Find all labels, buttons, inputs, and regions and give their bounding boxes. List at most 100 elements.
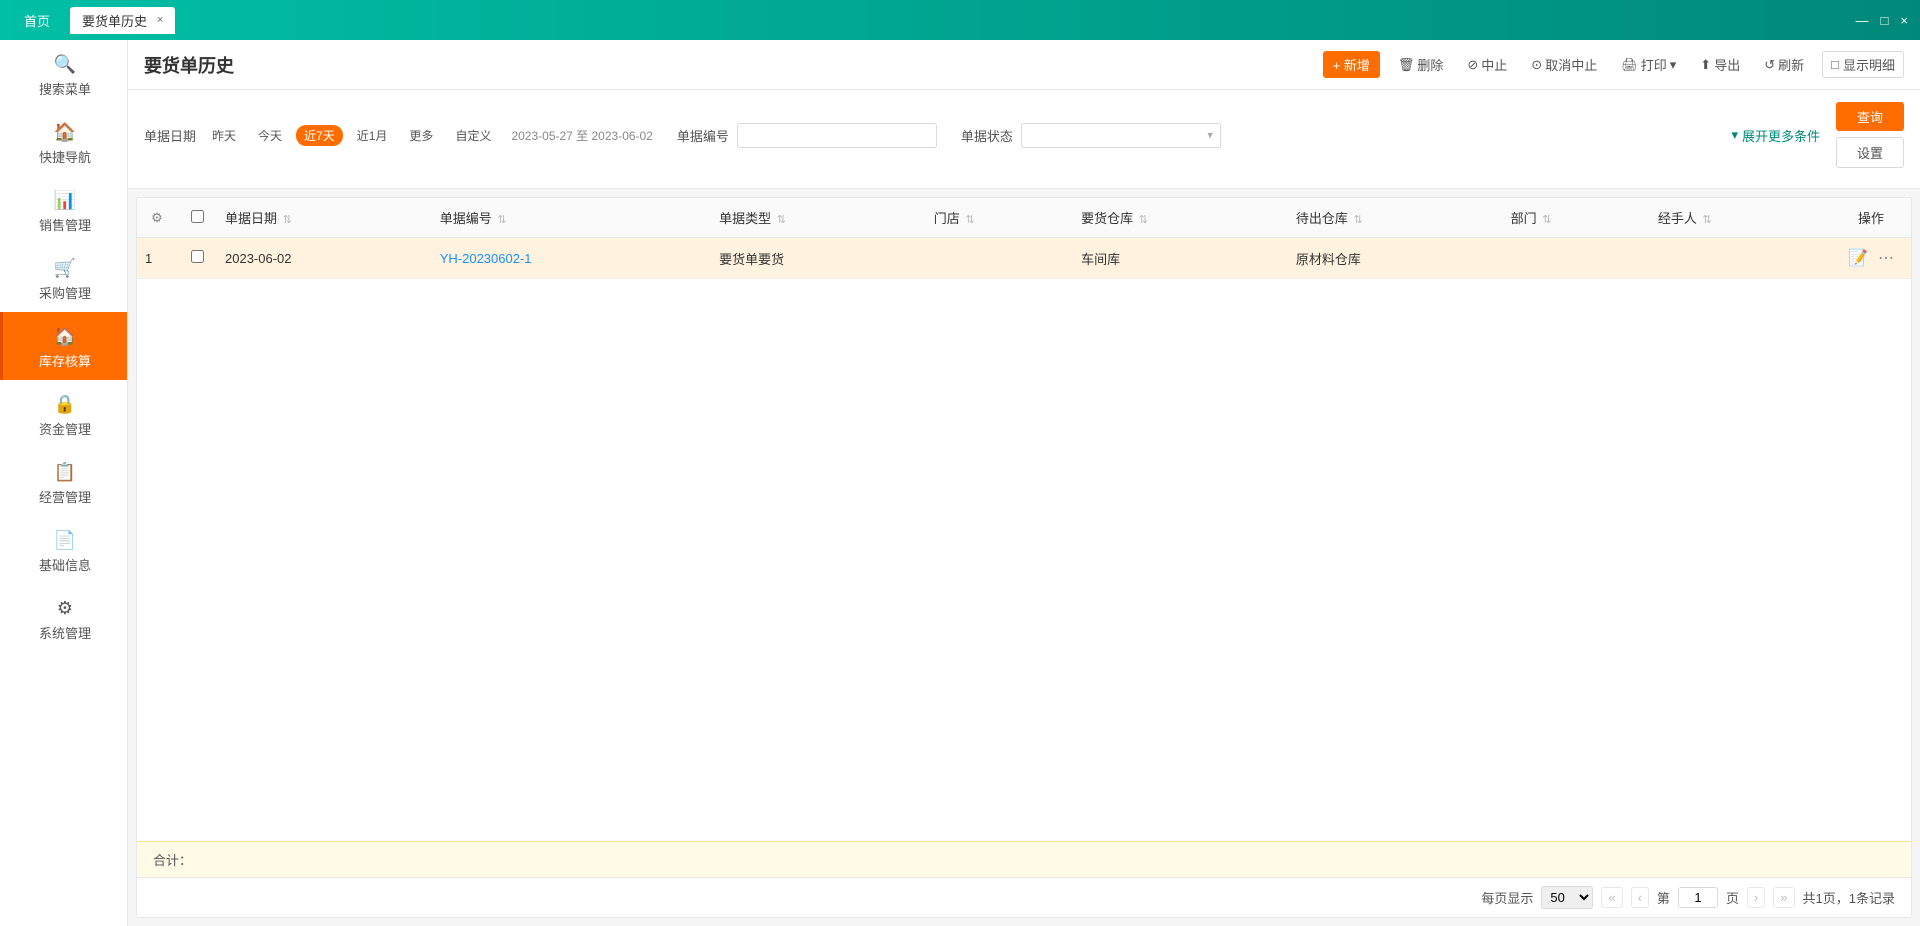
col-handler-sort-icon[interactable]: ⇅ — [1703, 214, 1712, 226]
row-checkbox[interactable] — [191, 250, 204, 263]
sidebar-item-search-menu[interactable]: 🔍 搜索菜单 — [0, 40, 127, 108]
page-title: 要货单历史 — [144, 52, 1323, 78]
date-tag-today[interactable]: 今天 — [250, 125, 290, 146]
first-page-btn[interactable]: « — [1601, 887, 1622, 908]
row-more-icon[interactable]: ⋯ — [1876, 246, 1896, 270]
date-tag-7days[interactable]: 近7天 — [296, 125, 343, 146]
export-button[interactable]: ⬆ 导出 — [1694, 52, 1746, 77]
page-label: 第 — [1657, 888, 1670, 907]
expand-more-btn[interactable]: ▾ 展开更多条件 — [1723, 124, 1828, 147]
sidebar-item-sales-label: 销售管理 — [39, 215, 91, 234]
date-tag-custom[interactable]: 自定义 — [447, 125, 499, 146]
next-page-btn[interactable]: › — [1747, 887, 1765, 908]
new-button-label: + 新增 — [1333, 55, 1370, 74]
col-bill-no: 单据编号 ⇅ — [432, 198, 711, 238]
page-input[interactable] — [1678, 887, 1718, 908]
sidebar-item-sales[interactable]: 📊 销售管理 — [0, 176, 127, 244]
cell-pending-warehouse: 原材料仓库 — [1288, 238, 1503, 279]
delete-button-label: 删除 — [1417, 55, 1443, 74]
date-tag-yesterday[interactable]: 昨天 — [204, 125, 244, 146]
per-page-label: 每页显示 — [1481, 888, 1533, 907]
table-body: 1 2023-06-02 YH-20230602-1 要货单要货 车间库 原材料… — [137, 238, 1911, 279]
cancel-stop-button[interactable]: ⊙ 取消中止 — [1525, 52, 1603, 77]
export-button-label: 导出 — [1714, 55, 1740, 74]
cancel-stop-button-label: 取消中止 — [1545, 55, 1597, 74]
col-bill-no-sort-icon[interactable]: ⇅ — [497, 214, 506, 226]
sidebar: 🔍 搜索菜单 🏠 快捷导航 📊 销售管理 🛒 采购管理 🏠 库存核算 🔒 资金管… — [0, 40, 128, 926]
table-settings-col[interactable]: ⚙ — [137, 198, 177, 238]
cell-no: 1 — [137, 238, 177, 279]
refresh-icon: ↺ — [1764, 57, 1775, 73]
close-icon[interactable]: × — [1900, 13, 1908, 28]
new-button[interactable]: + 新增 — [1323, 51, 1380, 78]
minimize-icon[interactable]: — — [1856, 13, 1869, 28]
date-filter-tags: 昨天 今天 近7天 近1月 更多 自定义 — [204, 125, 499, 146]
delete-button[interactable]: 🗑 删除 — [1392, 52, 1450, 77]
query-button[interactable]: 查询 — [1836, 102, 1904, 131]
prev-page-btn[interactable]: ‹ — [1631, 887, 1649, 908]
cell-req-warehouse: 车间库 — [1073, 238, 1288, 279]
per-page-select[interactable]: 50 10 20 100 — [1541, 886, 1593, 909]
page-suffix: 页 — [1726, 888, 1739, 907]
bill-no-filter: 单据编号 — [677, 123, 937, 148]
last-page-btn[interactable]: » — [1773, 887, 1794, 908]
col-actions-label: 操作 — [1858, 211, 1884, 226]
sidebar-item-quick-nav[interactable]: 🏠 快捷导航 — [0, 108, 127, 176]
row-actions: 📝 ⋯ — [1839, 246, 1903, 270]
bill-no-label: 单据编号 — [677, 126, 729, 145]
col-req-warehouse-sort-icon[interactable]: ⇅ — [1139, 214, 1148, 226]
tab-bill-history-label: 要货单历史 — [82, 11, 147, 30]
sidebar-item-inventory[interactable]: 🏠 库存核算 — [0, 312, 127, 380]
col-bill-no-label: 单据编号 — [440, 211, 492, 226]
sidebar-item-inventory-label: 库存核算 — [39, 351, 91, 370]
col-store: 门店 ⇅ — [926, 198, 1073, 238]
table-checkbox-col[interactable] — [177, 198, 217, 238]
sidebar-item-purchase[interactable]: 🛒 采购管理 — [0, 244, 127, 312]
stop-button-label: 中止 — [1481, 55, 1507, 74]
system-icon: ⚙ — [57, 598, 73, 619]
status-select-wrapper — [1021, 123, 1221, 148]
main-content: 要货单历史 + 新增 🗑 删除 ⊘ 中止 ⊙ 取消中止 🖨 — [128, 40, 1920, 926]
col-dept-sort-icon[interactable]: ⇅ — [1542, 214, 1551, 226]
display-detail-toggle[interactable]: □ 显示明细 — [1822, 51, 1904, 78]
window-controls: — □ × — [1856, 13, 1908, 28]
sidebar-item-operations[interactable]: 📋 经营管理 — [0, 448, 127, 516]
inventory-icon: 🏠 — [54, 326, 76, 347]
sidebar-item-finance[interactable]: 🔒 资金管理 — [0, 380, 127, 448]
col-store-sort-icon[interactable]: ⇅ — [965, 214, 974, 226]
setting-button[interactable]: 设置 — [1836, 137, 1904, 168]
status-select[interactable] — [1021, 123, 1221, 148]
select-all-checkbox[interactable] — [191, 210, 204, 223]
col-store-label: 门店 — [934, 211, 960, 226]
print-icon: 🖨 — [1621, 57, 1638, 73]
print-button[interactable]: 🖨 打印 ▾ — [1615, 52, 1682, 77]
purchase-icon: 🛒 — [54, 258, 76, 279]
cell-checkbox[interactable] — [177, 238, 217, 279]
data-table: ⚙ 单据日期 ⇅ 单据编号 ⇅ 单据类型 — [137, 198, 1911, 279]
tab-bill-history[interactable]: 要货单历史 × — [70, 7, 175, 34]
summary-label: 合计： — [153, 853, 192, 868]
col-date: 单据日期 ⇅ — [217, 198, 432, 238]
sidebar-item-system[interactable]: ⚙ 系统管理 — [0, 584, 127, 652]
sidebar-item-basic-info[interactable]: 📄 基础信息 — [0, 516, 127, 584]
cell-actions: 📝 ⋯ — [1831, 238, 1911, 279]
tab-home[interactable]: 首页 — [12, 7, 62, 34]
bill-no-link[interactable]: YH-20230602-1 — [440, 251, 532, 266]
tab-close-icon[interactable]: × — [157, 14, 163, 26]
col-pending-warehouse-sort-icon[interactable]: ⇅ — [1353, 214, 1362, 226]
col-bill-type-sort-icon[interactable]: ⇅ — [777, 214, 786, 226]
col-date-sort-icon[interactable]: ⇅ — [283, 214, 292, 226]
date-tag-1month[interactable]: 近1月 — [349, 125, 396, 146]
col-req-warehouse-label: 要货仓库 — [1081, 211, 1133, 226]
stop-button[interactable]: ⊘ 中止 — [1461, 52, 1513, 77]
display-detail-label: 显示明细 — [1843, 55, 1895, 74]
row-edit-icon[interactable]: 📝 — [1846, 246, 1870, 270]
tab-home-label: 首页 — [24, 11, 50, 30]
maximize-icon[interactable]: □ — [1881, 13, 1889, 28]
date-tag-more[interactable]: 更多 — [401, 125, 441, 146]
bill-no-input[interactable] — [737, 123, 937, 148]
col-dept-label: 部门 — [1511, 211, 1537, 226]
refresh-button[interactable]: ↺ 刷新 — [1758, 52, 1810, 77]
sidebar-item-operations-label: 经营管理 — [39, 487, 91, 506]
sidebar-item-finance-label: 资金管理 — [39, 419, 91, 438]
